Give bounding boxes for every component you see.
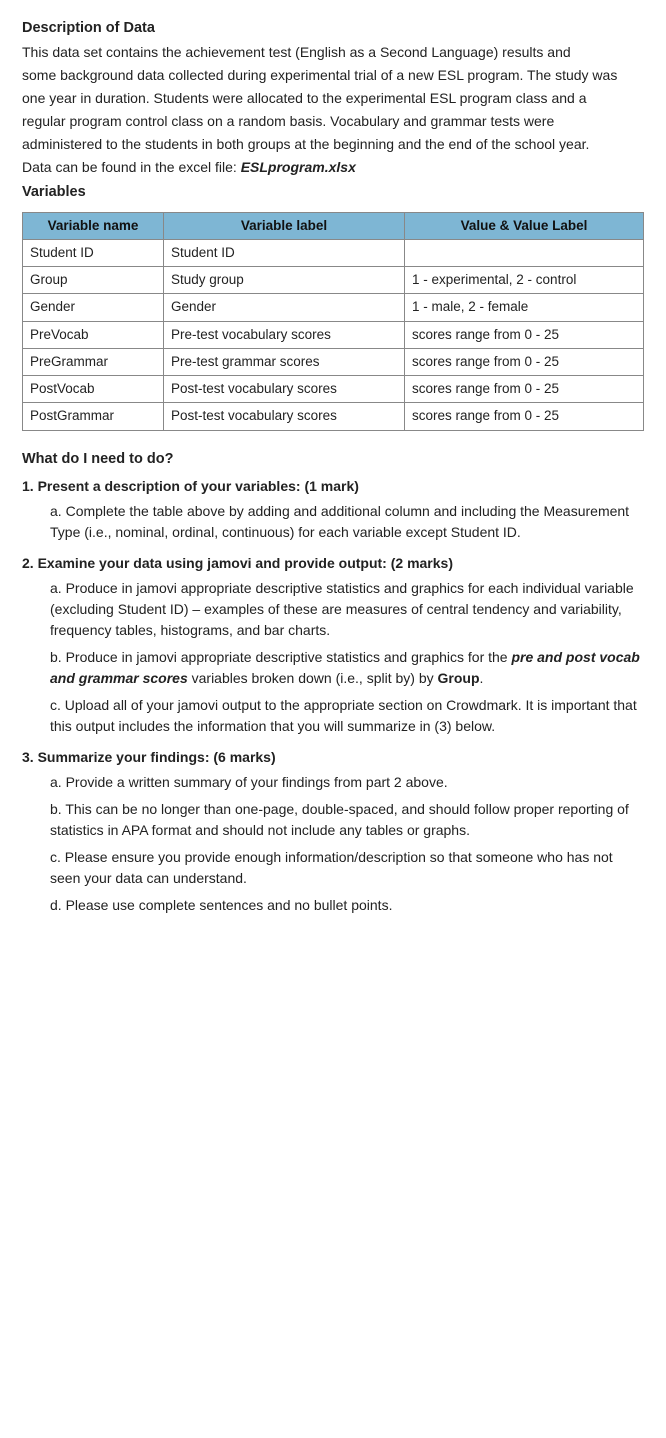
q3-b-text: This can be no longer than one-page, dou… bbox=[50, 801, 629, 838]
q2-a: a. Produce in jamovi appropriate descrip… bbox=[50, 578, 644, 641]
variables-heading: Variables bbox=[22, 182, 644, 204]
q2-c-letter: c. bbox=[50, 697, 65, 713]
col-header-variable-label: Variable label bbox=[164, 212, 405, 239]
table-cell-r6-c1: Post-test vocabulary scores bbox=[164, 403, 405, 430]
table-cell-r3-c2: scores range from 0 - 25 bbox=[405, 321, 644, 348]
description-title: Description of Data bbox=[22, 18, 644, 40]
q3-b: b. This can be no longer than one-page, … bbox=[50, 799, 644, 841]
description-section: Description of Data This data set contai… bbox=[22, 18, 644, 178]
q1-a: a. Complete the table above by adding an… bbox=[50, 501, 644, 543]
table-row: PreGrammarPre-test grammar scoresscores … bbox=[23, 348, 644, 375]
table-row: PostVocabPost-test vocabulary scoresscor… bbox=[23, 376, 644, 403]
q2-b-emphasis: pre and post vocab and grammar scores bbox=[50, 649, 640, 686]
q1-a-text: Complete the table above by adding and a… bbox=[50, 503, 629, 540]
table-row: Student IDStudent ID bbox=[23, 239, 644, 266]
q3-a-letter: a. bbox=[50, 774, 66, 790]
q3-label: Summarize your findings: (6 marks) bbox=[38, 749, 276, 765]
q3-c-text: Please ensure you provide enough informa… bbox=[50, 849, 613, 886]
table-row: GenderGender1 - male, 2 - female bbox=[23, 294, 644, 321]
col-header-value-label: Value & Value Label bbox=[405, 212, 644, 239]
table-cell-r1-c1: Study group bbox=[164, 267, 405, 294]
table-cell-r3-c1: Pre-test vocabulary scores bbox=[164, 321, 405, 348]
q3-c-letter: c. bbox=[50, 849, 65, 865]
variables-table: Variable name Variable label Value & Val… bbox=[22, 212, 644, 431]
q1-sublist: a. Complete the table above by adding an… bbox=[22, 501, 644, 543]
table-cell-r5-c1: Post-test vocabulary scores bbox=[164, 376, 405, 403]
table-cell-r0-c1: Student ID bbox=[164, 239, 405, 266]
description-body-4: regular program control class on a rando… bbox=[22, 111, 644, 132]
questions-heading: What do I need to do? bbox=[22, 449, 644, 471]
table-cell-r0-c0: Student ID bbox=[23, 239, 164, 266]
col-header-variable-name: Variable name bbox=[23, 212, 164, 239]
table-cell-r3-c0: PreVocab bbox=[23, 321, 164, 348]
table-header-row: Variable name Variable label Value & Val… bbox=[23, 212, 644, 239]
table-cell-r2-c1: Gender bbox=[164, 294, 405, 321]
q3-d-text: Please use complete sentences and no bul… bbox=[66, 897, 393, 913]
question-2: 2. Examine your data using jamovi and pr… bbox=[22, 553, 644, 737]
question-3: 3. Summarize your findings: (6 marks) a.… bbox=[22, 747, 644, 916]
q3-b-letter: b. bbox=[50, 801, 65, 817]
table-row: GroupStudy group1 - experimental, 2 - co… bbox=[23, 267, 644, 294]
description-body-2: some background data collected during ex… bbox=[22, 65, 644, 86]
q2-sublist: a. Produce in jamovi appropriate descrip… bbox=[22, 578, 644, 737]
q1-label: Present a description of your variables:… bbox=[38, 478, 359, 494]
table-cell-r5-c0: PostVocab bbox=[23, 376, 164, 403]
table-cell-r1-c2: 1 - experimental, 2 - control bbox=[405, 267, 644, 294]
q2-b-group: Group bbox=[438, 670, 480, 686]
description-body-1: This data set contains the achievement t… bbox=[22, 42, 644, 63]
q3-d-letter: d. bbox=[50, 897, 66, 913]
q3-a: a. Provide a written summary of your fin… bbox=[50, 772, 644, 793]
description-body-6: Data can be found in the excel file: ESL… bbox=[22, 157, 644, 178]
q2-b: b. Produce in jamovi appropriate descrip… bbox=[50, 647, 644, 689]
description-body-5: administered to the students in both gro… bbox=[22, 134, 644, 155]
q2-a-text: Produce in jamovi appropriate descriptiv… bbox=[50, 580, 634, 638]
table-cell-r1-c0: Group bbox=[23, 267, 164, 294]
table-cell-r2-c2: 1 - male, 2 - female bbox=[405, 294, 644, 321]
table-cell-r6-c2: scores range from 0 - 25 bbox=[405, 403, 644, 430]
main-questions-list: 1. Present a description of your variabl… bbox=[22, 476, 644, 916]
excel-filename: ESLprogram.xlsx bbox=[241, 159, 356, 175]
table-cell-r4-c0: PreGrammar bbox=[23, 348, 164, 375]
q2-b-text: Produce in jamovi appropriate descriptiv… bbox=[50, 649, 640, 686]
q3-d: d. Please use complete sentences and no … bbox=[50, 895, 644, 916]
q2-num: 2. bbox=[22, 555, 38, 571]
table-cell-r2-c0: Gender bbox=[23, 294, 164, 321]
table-cell-r6-c0: PostGrammar bbox=[23, 403, 164, 430]
q3-c: c. Please ensure you provide enough info… bbox=[50, 847, 644, 889]
q1-num: 1. bbox=[22, 478, 38, 494]
q2-c: c. Upload all of your jamovi output to t… bbox=[50, 695, 644, 737]
description-body-3: one year in duration. Students were allo… bbox=[22, 88, 644, 109]
table-row: PostGrammarPost-test vocabulary scoressc… bbox=[23, 403, 644, 430]
table-cell-r5-c2: scores range from 0 - 25 bbox=[405, 376, 644, 403]
q3-sublist: a. Provide a written summary of your fin… bbox=[22, 772, 644, 916]
q3-num: 3. bbox=[22, 749, 38, 765]
q2-b-letter: b. bbox=[50, 649, 66, 665]
q3-a-text: Provide a written summary of your findin… bbox=[66, 774, 448, 790]
table-row: PreVocabPre-test vocabulary scoresscores… bbox=[23, 321, 644, 348]
table-cell-r4-c2: scores range from 0 - 25 bbox=[405, 348, 644, 375]
questions-section: What do I need to do? 1. Present a descr… bbox=[22, 449, 644, 917]
q2-label: Examine your data using jamovi and provi… bbox=[38, 555, 453, 571]
question-1: 1. Present a description of your variabl… bbox=[22, 476, 644, 543]
q1-a-letter: a. bbox=[50, 503, 66, 519]
table-cell-r0-c2 bbox=[405, 239, 644, 266]
q2-c-text: Upload all of your jamovi output to the … bbox=[50, 697, 637, 734]
q2-a-letter: a. bbox=[50, 580, 66, 596]
table-cell-r4-c1: Pre-test grammar scores bbox=[164, 348, 405, 375]
